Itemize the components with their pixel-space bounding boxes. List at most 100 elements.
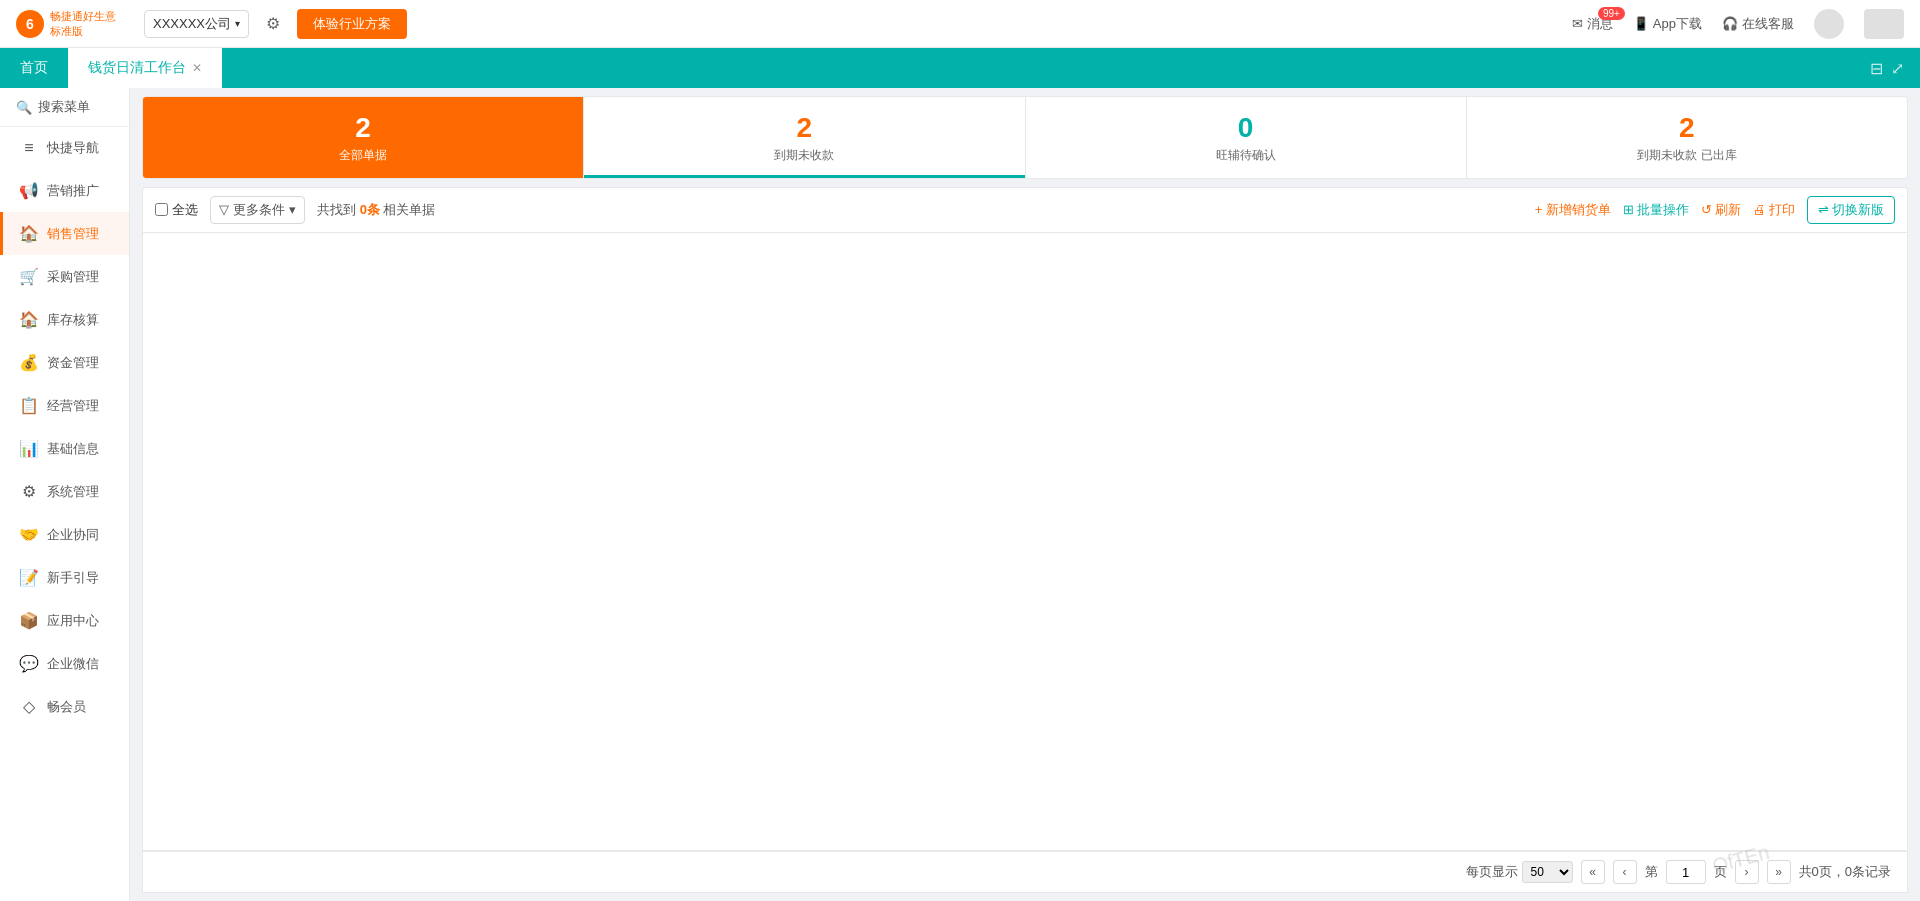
avatar-name: [1864, 9, 1904, 39]
operations-icon: 📋: [19, 396, 39, 415]
sidebar-item-app-center[interactable]: 📦 应用中心: [0, 599, 129, 642]
card-all-count: 2: [163, 111, 563, 145]
filter-button[interactable]: ▽ 更多条件 ▾: [210, 196, 305, 224]
switch-icon: ⇌: [1818, 202, 1829, 217]
card-wangfu[interactable]: 0 旺辅待确认: [1026, 97, 1467, 178]
headset-icon: 🎧: [1722, 16, 1738, 31]
sidebar-item-quick-nav[interactable]: ≡ 快捷导航: [0, 127, 129, 169]
content-area: 2 全部单据 2 到期未收款 0 旺辅待确认 2 到期未收款 已出库: [130, 88, 1920, 901]
logo-text: 畅捷通好生意 标准版: [50, 9, 116, 38]
batch-operations-button[interactable]: ⊞ 批量操作: [1623, 201, 1689, 219]
total-info: 共0页，0条记录: [1799, 863, 1891, 881]
tab-qinghua[interactable]: 钱货日清工作台 ✕: [68, 48, 222, 88]
sidebar-item-guide[interactable]: 📝 新手引导: [0, 556, 129, 599]
app-download-button[interactable]: 📱 App下载: [1633, 15, 1702, 33]
refresh-icon: ↺: [1701, 202, 1712, 217]
top-bar-right: ✉ 消息 99+ 📱 App下载 🎧 在线客服: [1572, 9, 1904, 39]
member-icon: ◇: [19, 697, 39, 716]
message-button[interactable]: ✉ 消息 99+: [1572, 15, 1613, 33]
tab-actions: ⊟ ⤢: [1870, 59, 1920, 78]
add-sales-order-button[interactable]: + 新增销货单: [1535, 201, 1611, 219]
sidebar-item-inventory[interactable]: 🏠 库存核算: [0, 298, 129, 341]
pagination: 每页显示 50 100 200 « ‹ 第 页 › » 共0页，0条记录: [142, 851, 1908, 893]
card-all-label: 全部单据: [163, 147, 563, 164]
page-size-select[interactable]: 50 100 200: [1522, 861, 1573, 883]
sidebar-item-basic-info[interactable]: 📊 基础信息: [0, 427, 129, 470]
top-bar-left: 6 畅捷通好生意 标准版 XXXXXX公司 ▾ ⚙ 体验行业方案: [16, 8, 407, 40]
card-wangfu-label: 旺辅待确认: [1046, 147, 1446, 164]
table-area: [142, 232, 1908, 851]
system-icon: ⚙: [19, 482, 39, 501]
sidebar-item-sales[interactable]: 🏠 销售管理: [0, 212, 129, 255]
print-button[interactable]: 🖨 打印: [1753, 201, 1795, 219]
card-all[interactable]: 2 全部单据: [143, 97, 584, 178]
marketing-icon: 📢: [19, 181, 39, 200]
page-suffix: 页: [1714, 863, 1727, 881]
search-icon: 🔍: [16, 100, 32, 115]
card-shipped-label: 到期未收款 已出库: [1487, 147, 1887, 164]
app-center-icon: 📦: [19, 611, 39, 630]
settings-button[interactable]: ⚙: [257, 8, 289, 40]
guide-icon: 📝: [19, 568, 39, 587]
purchase-icon: 🛒: [19, 267, 39, 286]
last-page-button[interactable]: »: [1767, 860, 1791, 884]
card-overdue-label: 到期未收款: [604, 147, 1004, 164]
avatar[interactable]: [1814, 9, 1844, 39]
card-shipped-count: 2: [1487, 111, 1887, 145]
tab-home[interactable]: 首页: [0, 48, 68, 88]
sidebar-search[interactable]: 🔍 搜索菜单: [0, 88, 129, 127]
sidebar-item-purchase[interactable]: 🛒 采购管理: [0, 255, 129, 298]
basic-info-icon: 📊: [19, 439, 39, 458]
company-selector[interactable]: XXXXXX公司 ▾: [144, 10, 249, 38]
tab-close-icon[interactable]: ✕: [192, 61, 202, 75]
refresh-button[interactable]: ↺ 刷新: [1701, 201, 1741, 219]
inventory-icon: 🏠: [19, 310, 39, 329]
finance-icon: 💰: [19, 353, 39, 372]
page-number-input[interactable]: [1666, 860, 1706, 884]
trial-button[interactable]: 体验行业方案: [297, 9, 407, 39]
quick-nav-icon: ≡: [19, 139, 39, 157]
logo-area: 6 畅捷通好生意 标准版: [16, 9, 136, 38]
logo-icon: 6: [16, 10, 44, 38]
message-badge: 99+: [1598, 7, 1625, 20]
nav-tabs: 首页 钱货日清工作台 ✕ ⊟ ⤢: [0, 48, 1920, 88]
online-service-button[interactable]: 🎧 在线客服: [1722, 15, 1794, 33]
page-label: 第: [1645, 863, 1658, 881]
prev-page-button[interactable]: ‹: [1613, 860, 1637, 884]
sales-icon: 🏠: [19, 224, 39, 243]
summary-cards: 2 全部单据 2 到期未收款 0 旺辅待确认 2 到期未收款 已出库: [142, 96, 1908, 179]
found-count: 0条: [360, 202, 380, 217]
top-bar: 6 畅捷通好生意 标准版 XXXXXX公司 ▾ ⚙ 体验行业方案 ✉ 消息 99…: [0, 0, 1920, 48]
filter-icon: ▽: [219, 202, 229, 217]
batch-icon: ⊞: [1623, 202, 1634, 217]
switch-version-button[interactable]: ⇌ 切换新版: [1807, 196, 1895, 224]
message-icon: ✉: [1572, 16, 1583, 31]
card-overdue[interactable]: 2 到期未收款: [584, 97, 1025, 178]
phone-icon: 📱: [1633, 16, 1649, 31]
expand-icon[interactable]: ⤢: [1891, 59, 1904, 78]
sidebar-item-cooperation[interactable]: 🤝 企业协同: [0, 513, 129, 556]
main-layout: 🔍 搜索菜单 ≡ 快捷导航 📢 营销推广 🏠 销售管理 🛒 采购管理 🏠 库存核…: [0, 88, 1920, 901]
card-shipped[interactable]: 2 到期未收款 已出库: [1467, 97, 1907, 178]
wechat-icon: 💬: [19, 654, 39, 673]
next-page-button[interactable]: ›: [1735, 860, 1759, 884]
select-all-checkbox[interactable]: 全选: [155, 201, 198, 219]
sidebar-item-finance[interactable]: 💰 资金管理: [0, 341, 129, 384]
toolbar: 全选 ▽ 更多条件 ▾ 共找到 0条 相关单据 + 新增销货单 ⊞ 批量操作: [142, 187, 1908, 232]
sidebar-item-system[interactable]: ⚙ 系统管理: [0, 470, 129, 513]
sidebar-item-member[interactable]: ◇ 畅会员: [0, 685, 129, 728]
page-size-selector: 每页显示 50 100 200: [1466, 861, 1573, 883]
card-wangfu-count: 0: [1046, 111, 1446, 145]
chevron-down-icon: ▾: [235, 18, 240, 29]
found-text: 共找到 0条 相关单据: [317, 201, 435, 219]
print-icon: 🖨: [1753, 202, 1766, 217]
sidebar-item-wechat[interactable]: 💬 企业微信: [0, 642, 129, 685]
sidebar-item-operations[interactable]: 📋 经营管理: [0, 384, 129, 427]
select-all-input[interactable]: [155, 203, 168, 216]
toolbar-right: + 新增销货单 ⊞ 批量操作 ↺ 刷新 🖨 打印 ⇌ 切换新版: [1535, 196, 1895, 224]
first-page-button[interactable]: «: [1581, 860, 1605, 884]
minimize-icon[interactable]: ⊟: [1870, 59, 1883, 78]
card-underline: [584, 175, 1024, 178]
sidebar-item-marketing[interactable]: 📢 营销推广: [0, 169, 129, 212]
toolbar-left: 全选 ▽ 更多条件 ▾ 共找到 0条 相关单据: [155, 196, 435, 224]
